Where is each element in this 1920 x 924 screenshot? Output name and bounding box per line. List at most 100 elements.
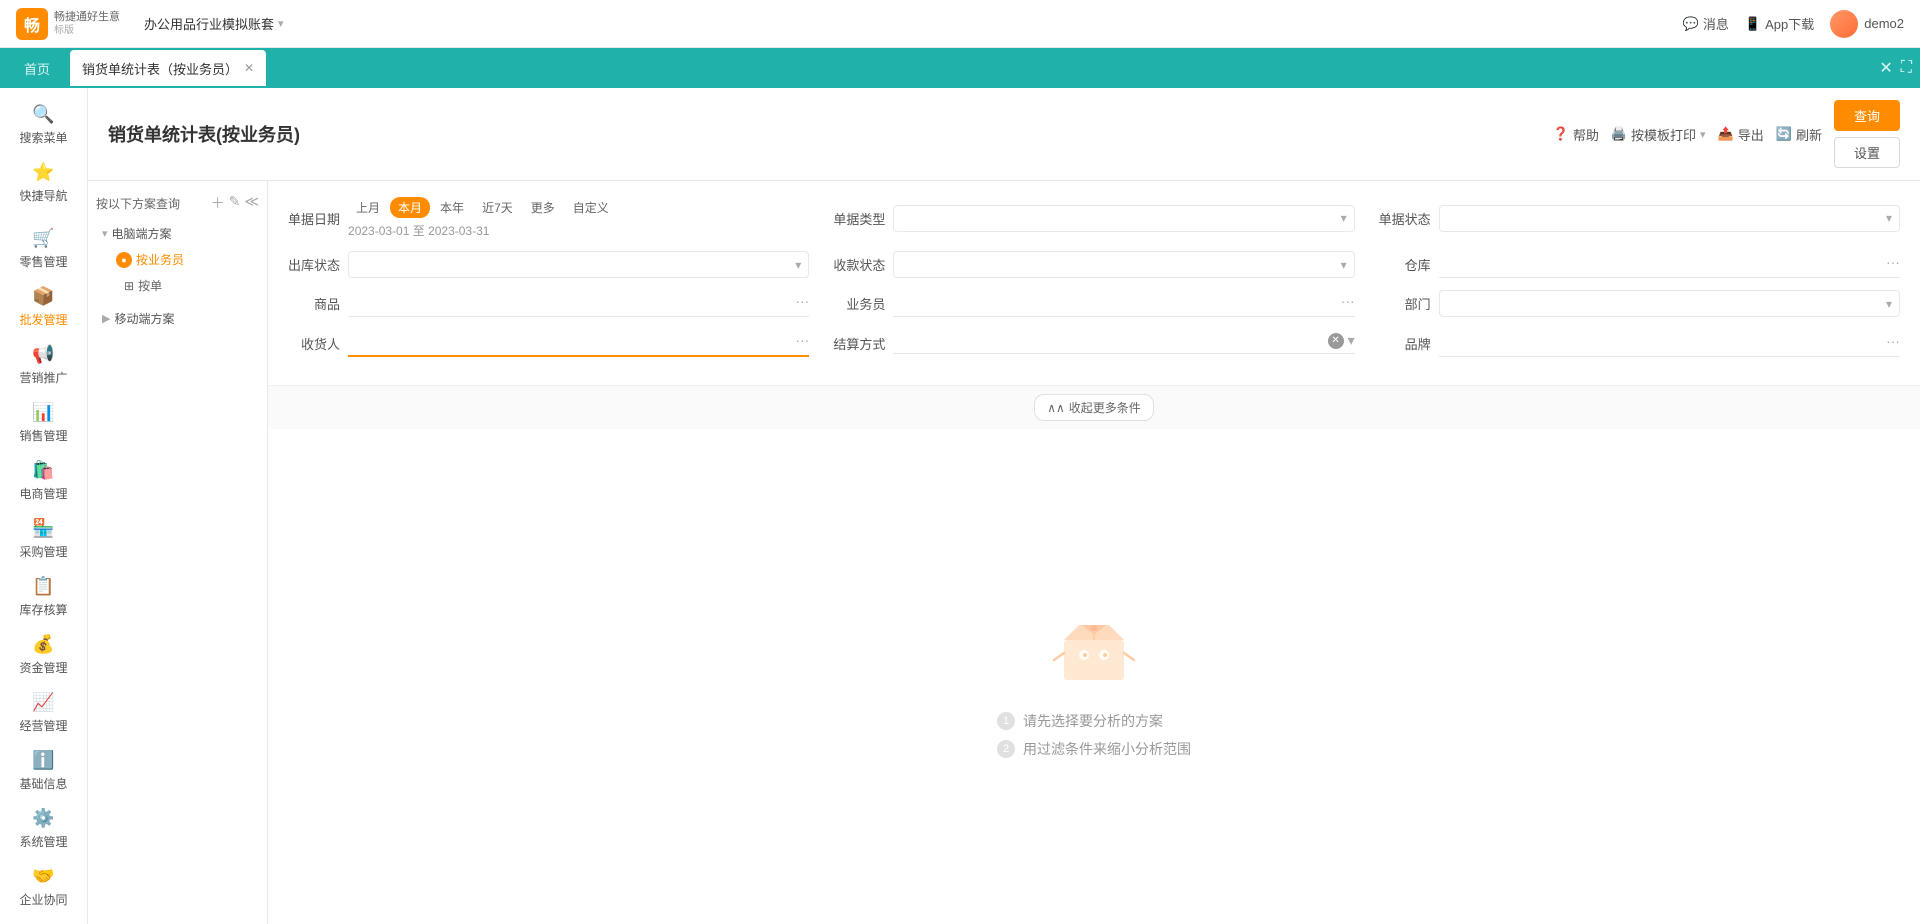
header-actions: ❓ 帮助 🖨️ 按模板打印 ▾ 📤 导出 🔄 刷新 查询 — [1553, 100, 1900, 168]
sidebar-item-newbie[interactable]: 🎯 新手引导 — [0, 916, 87, 924]
filter-date-cell: 单据日期 上月 本月 本年 近7天 更多 自定义 20 — [288, 197, 809, 239]
add-scheme-icon[interactable]: ＋ — [211, 193, 225, 213]
panel-icons: ＋ ✎ ≪ — [211, 193, 259, 213]
doc-type-body: ▾ — [893, 205, 1354, 232]
date-range-display: 2023-03-01 至 2023-03-31 — [348, 222, 809, 239]
filter-row-4: 收货人 ··· 结算方式 ✕ ▾ — [288, 329, 1900, 357]
scheme-group-mobile-title[interactable]: ▶ 移动端方案 — [96, 306, 259, 331]
wholesale-icon: 📦 — [32, 286, 54, 307]
custom-date-btn[interactable]: 自定义 — [565, 197, 617, 218]
filter-receiver-cell: 收货人 ··· — [288, 329, 809, 357]
date-quick-buttons: 上月 本月 本年 近7天 更多 自定义 — [348, 197, 809, 218]
tab-sales-stat[interactable]: 销货单统计表（按业务员） ✕ — [70, 50, 266, 86]
user-menu[interactable]: demo2 — [1830, 10, 1904, 38]
tabbar: 首页 销货单统计表（按业务员） ✕ ✕ ⛶ — [0, 48, 1920, 88]
filter-doc-status-cell: 单据状态 ▾ — [1379, 197, 1900, 239]
edit-scheme-icon[interactable]: ✎ — [229, 193, 241, 213]
sidebar-item-quick-nav[interactable]: ⭐ 快捷导航 — [0, 154, 87, 212]
sales-icon: 📊 — [32, 402, 54, 423]
filter-brand-cell: 品牌 ··· — [1379, 329, 1900, 357]
doc-status-select[interactable] — [1439, 205, 1900, 232]
inventory-icon: 📋 — [32, 576, 54, 597]
sidebar-item-corp[interactable]: 🤝 企业协同 — [0, 858, 87, 916]
chevron-down-icon: ▾ — [278, 17, 284, 30]
filter-out-status-cell: 出库状态 ▾ — [288, 251, 809, 278]
out-status-select[interactable] — [348, 251, 809, 278]
salesperson-dots-icon[interactable]: ··· — [1341, 293, 1355, 309]
collapse-panel-icon[interactable]: ≪ — [244, 193, 259, 213]
goods-body[interactable]: ··· — [348, 290, 809, 317]
filter-department-cell: 部门 ▾ — [1379, 290, 1900, 317]
tab-home[interactable]: 首页 — [8, 48, 66, 88]
setting-button[interactable]: 设置 — [1834, 137, 1900, 168]
logo-icon: 畅 — [16, 8, 48, 40]
brand-body[interactable]: ··· — [1439, 330, 1900, 357]
active-scheme-icon: ● — [116, 252, 132, 268]
filter-payment-method-cell: 结算方式 ✕ ▾ — [833, 329, 1354, 357]
sidebar-item-operations[interactable]: 📈 经营管理 — [0, 684, 87, 742]
finance-icon: 💰 — [32, 634, 54, 655]
message-icon: 💬 — [1683, 16, 1699, 32]
goods-value — [348, 290, 795, 312]
last7-btn[interactable]: 近7天 — [474, 197, 521, 218]
sidebar-item-search[interactable]: 🔍 搜索菜单 — [0, 96, 87, 154]
sidebar-item-purchase[interactable]: 🏪 采购管理 — [0, 510, 87, 568]
more-date-btn[interactable]: 更多 — [523, 197, 563, 218]
print-button[interactable]: 🖨️ 按模板打印 ▾ — [1611, 125, 1706, 144]
scheme-group-desktop-title[interactable]: ▾ 电脑端方案 — [96, 221, 259, 246]
doc-type-select[interactable] — [893, 205, 1354, 232]
sidebar-item-basic[interactable]: ℹ️ 基础信息 — [0, 742, 87, 800]
empty-illustration — [1044, 595, 1144, 695]
this-year-btn[interactable]: 本年 — [432, 197, 472, 218]
close-window-icon[interactable]: ✕ — [1879, 58, 1892, 78]
receiver-value — [348, 329, 795, 351]
brand-dots-icon[interactable]: ··· — [1886, 333, 1900, 349]
payment-method-arrow-icon[interactable]: ▾ — [1348, 332, 1355, 349]
warehouse-body[interactable]: ··· — [1439, 251, 1900, 278]
filter-goods-cell: 商品 ··· — [288, 290, 809, 317]
this-month-btn[interactable]: 本月 — [390, 197, 430, 218]
salesperson-body[interactable]: ··· — [893, 290, 1354, 317]
payment-status-select[interactable] — [893, 251, 1354, 278]
sidebar-item-system[interactable]: ⚙️ 系统管理 — [0, 800, 87, 858]
filter-payment-status-cell: 收款状态 ▾ — [833, 251, 1354, 278]
help-button[interactable]: ❓ 帮助 — [1553, 125, 1599, 144]
sidebar-item-finance[interactable]: 💰 资金管理 — [0, 626, 87, 684]
sidebar-item-marketing[interactable]: 📢 营销推广 — [0, 336, 87, 394]
left-panel: 按以下方案查询 ＋ ✎ ≪ ▾ 电脑端方案 ● 按业务员 — [88, 181, 268, 924]
receiver-dots-icon[interactable]: ··· — [795, 332, 809, 348]
sidebar-item-wholesale[interactable]: 📦 批发管理 — [0, 278, 87, 336]
app-dropdown[interactable]: 办公用品行业模拟账套 ▾ — [144, 14, 284, 33]
sidebar-item-retail[interactable]: 🛒 零售管理 — [0, 220, 87, 278]
query-button[interactable]: 查询 — [1834, 100, 1900, 131]
operations-icon: 📈 — [32, 692, 54, 713]
scheme-group-mobile: ▶ 移动端方案 — [96, 306, 259, 331]
main-layout: 🔍 搜索菜单 ⭐ 快捷导航 🛒 零售管理 📦 批发管理 📢 营销推广 📊 销售管… — [0, 88, 1920, 924]
maximize-icon[interactable]: ⛶ — [1901, 59, 1912, 77]
topbar-left: 畅 畅捷通好生意 标版 办公用品行业模拟账套 ▾ — [16, 8, 284, 40]
department-select[interactable] — [1439, 290, 1900, 317]
refresh-button[interactable]: 🔄 刷新 — [1776, 125, 1822, 144]
close-tab-icon[interactable]: ✕ — [244, 61, 254, 75]
payment-method-body: ✕ ▾ — [893, 332, 1354, 354]
brand-value — [1439, 330, 1886, 352]
sidebar-item-sales[interactable]: 📊 销售管理 — [0, 394, 87, 452]
message-button[interactable]: 💬 消息 — [1683, 14, 1729, 33]
export-button[interactable]: 📤 导出 — [1718, 125, 1764, 144]
scheme-item-by-order[interactable]: ⊞ 按单 — [96, 273, 259, 298]
filter-doc-type-cell: 单据类型 ▾ — [833, 197, 1354, 239]
sidebar-item-inventory[interactable]: 📋 库存核算 — [0, 568, 87, 626]
sidebar-item-ecommerce[interactable]: 🛍️ 电商管理 — [0, 452, 87, 510]
payment-method-clear-icon[interactable]: ✕ — [1328, 333, 1344, 349]
collapse-button[interactable]: ∧∧ 收起更多条件 — [1034, 394, 1154, 421]
date-picker-body: 上月 本月 本年 近7天 更多 自定义 2023-03-01 至 2023-03… — [348, 197, 809, 239]
app-download-button[interactable]: 📱 App下载 — [1745, 14, 1814, 33]
goods-dots-icon[interactable]: ··· — [795, 293, 809, 309]
inner-layout: 按以下方案查询 ＋ ✎ ≪ ▾ 电脑端方案 ● 按业务员 — [88, 181, 1920, 924]
filter-area: 单据日期 上月 本月 本年 近7天 更多 自定义 20 — [268, 181, 1920, 924]
scheme-item-by-salesperson[interactable]: ● 按业务员 — [96, 246, 259, 273]
last-month-btn[interactable]: 上月 — [348, 197, 388, 218]
receiver-body[interactable]: ··· — [348, 329, 809, 357]
tip-num-1: 1 — [997, 712, 1015, 730]
warehouse-dots-icon[interactable]: ··· — [1886, 254, 1900, 270]
